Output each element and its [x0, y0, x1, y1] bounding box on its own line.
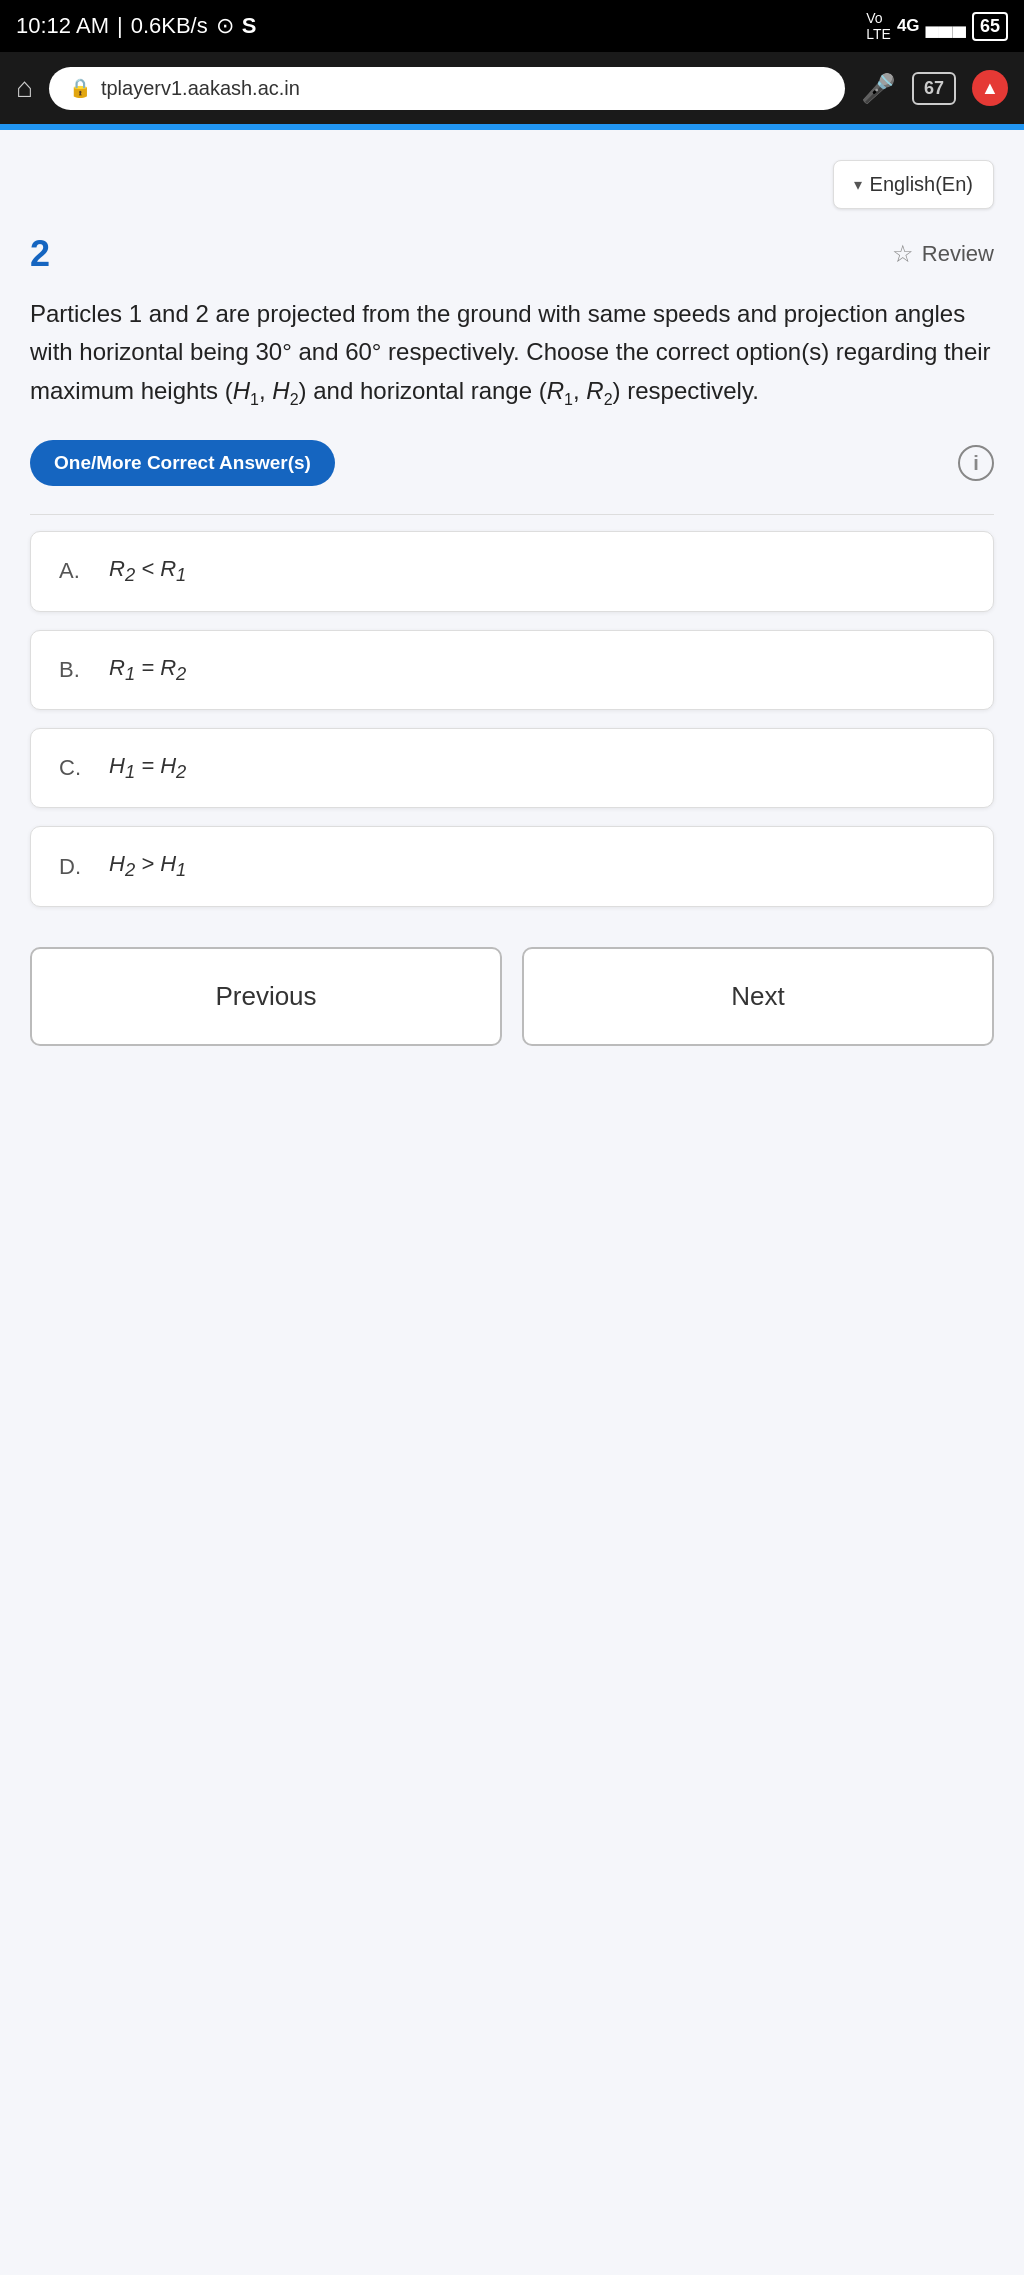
nav-buttons: Previous Next	[30, 947, 994, 1046]
option-a-label: A.	[59, 558, 89, 584]
network-type: 4G	[897, 16, 920, 36]
status-s: S	[242, 13, 257, 39]
language-label: English(En)	[870, 173, 973, 196]
option-b-text: R1 = R2	[109, 655, 186, 685]
arrow-up-icon: ▲	[981, 78, 999, 99]
language-selector[interactable]: ▾ English(En)	[833, 160, 994, 209]
url-text: tplayerv1.aakash.ac.in	[101, 77, 300, 100]
option-c[interactable]: C. H1 = H2	[30, 728, 994, 808]
option-d-text: H2 > H1	[109, 851, 186, 881]
answer-type-badge: One/More Correct Answer(s)	[30, 440, 335, 486]
mic-icon[interactable]: 🎤	[861, 72, 896, 105]
home-icon[interactable]: ⌂	[16, 72, 33, 104]
review-label: Review	[922, 241, 994, 267]
option-b[interactable]: B. R1 = R2	[30, 630, 994, 710]
option-d[interactable]: D. H2 > H1	[30, 826, 994, 906]
chevron-down-icon: ▾	[854, 175, 862, 194]
tab-count-badge[interactable]: 67	[912, 72, 956, 105]
answer-type-row: One/More Correct Answer(s) i	[30, 440, 994, 486]
divider	[30, 514, 994, 515]
status-speed: 0.6KB/s	[131, 13, 208, 39]
star-icon: ☆	[892, 240, 914, 268]
signal-icon: ▄▄▄	[926, 15, 966, 37]
status-bar: 10:12 AM | 0.6KB/s ⊙ S VoLTE 4G ▄▄▄ 65	[0, 0, 1024, 52]
lock-icon: 🔒	[69, 77, 91, 99]
main-content: ▾ English(En) 2 ☆ Review Particles 1 and…	[0, 130, 1024, 2275]
option-d-label: D.	[59, 854, 89, 880]
option-a-text: R2 < R1	[109, 556, 186, 586]
review-button[interactable]: ☆ Review	[892, 240, 994, 268]
browser-bar: ⌂ 🔒 tplayerv1.aakash.ac.in 🎤 67 ▲	[0, 52, 1024, 124]
status-time: 10:12 AM	[16, 13, 109, 39]
previous-button[interactable]: Previous	[30, 947, 502, 1046]
question-text: Particles 1 and 2 are projected from the…	[30, 295, 994, 412]
option-a[interactable]: A. R2 < R1	[30, 531, 994, 611]
network-label: VoLTE	[866, 10, 891, 42]
question-header: 2 ☆ Review	[30, 233, 994, 275]
next-button[interactable]: Next	[522, 947, 994, 1046]
status-separator: |	[117, 13, 123, 39]
battery-badge: 65	[972, 12, 1008, 41]
location-icon: ⊙	[216, 13, 234, 39]
option-c-label: C.	[59, 755, 89, 781]
lang-selector-row: ▾ English(En)	[30, 160, 994, 209]
info-icon[interactable]: i	[958, 445, 994, 481]
option-b-label: B.	[59, 657, 89, 683]
url-bar[interactable]: 🔒 tplayerv1.aakash.ac.in	[49, 67, 845, 110]
question-number: 2	[30, 233, 50, 275]
option-c-text: H1 = H2	[109, 753, 186, 783]
options-container: A. R2 < R1 B. R1 = R2 C. H1 = H2 D. H2 >…	[30, 531, 994, 907]
status-left: 10:12 AM | 0.6KB/s ⊙ S	[16, 13, 256, 39]
upload-button[interactable]: ▲	[972, 70, 1008, 106]
status-right: VoLTE 4G ▄▄▄ 65	[866, 10, 1008, 42]
